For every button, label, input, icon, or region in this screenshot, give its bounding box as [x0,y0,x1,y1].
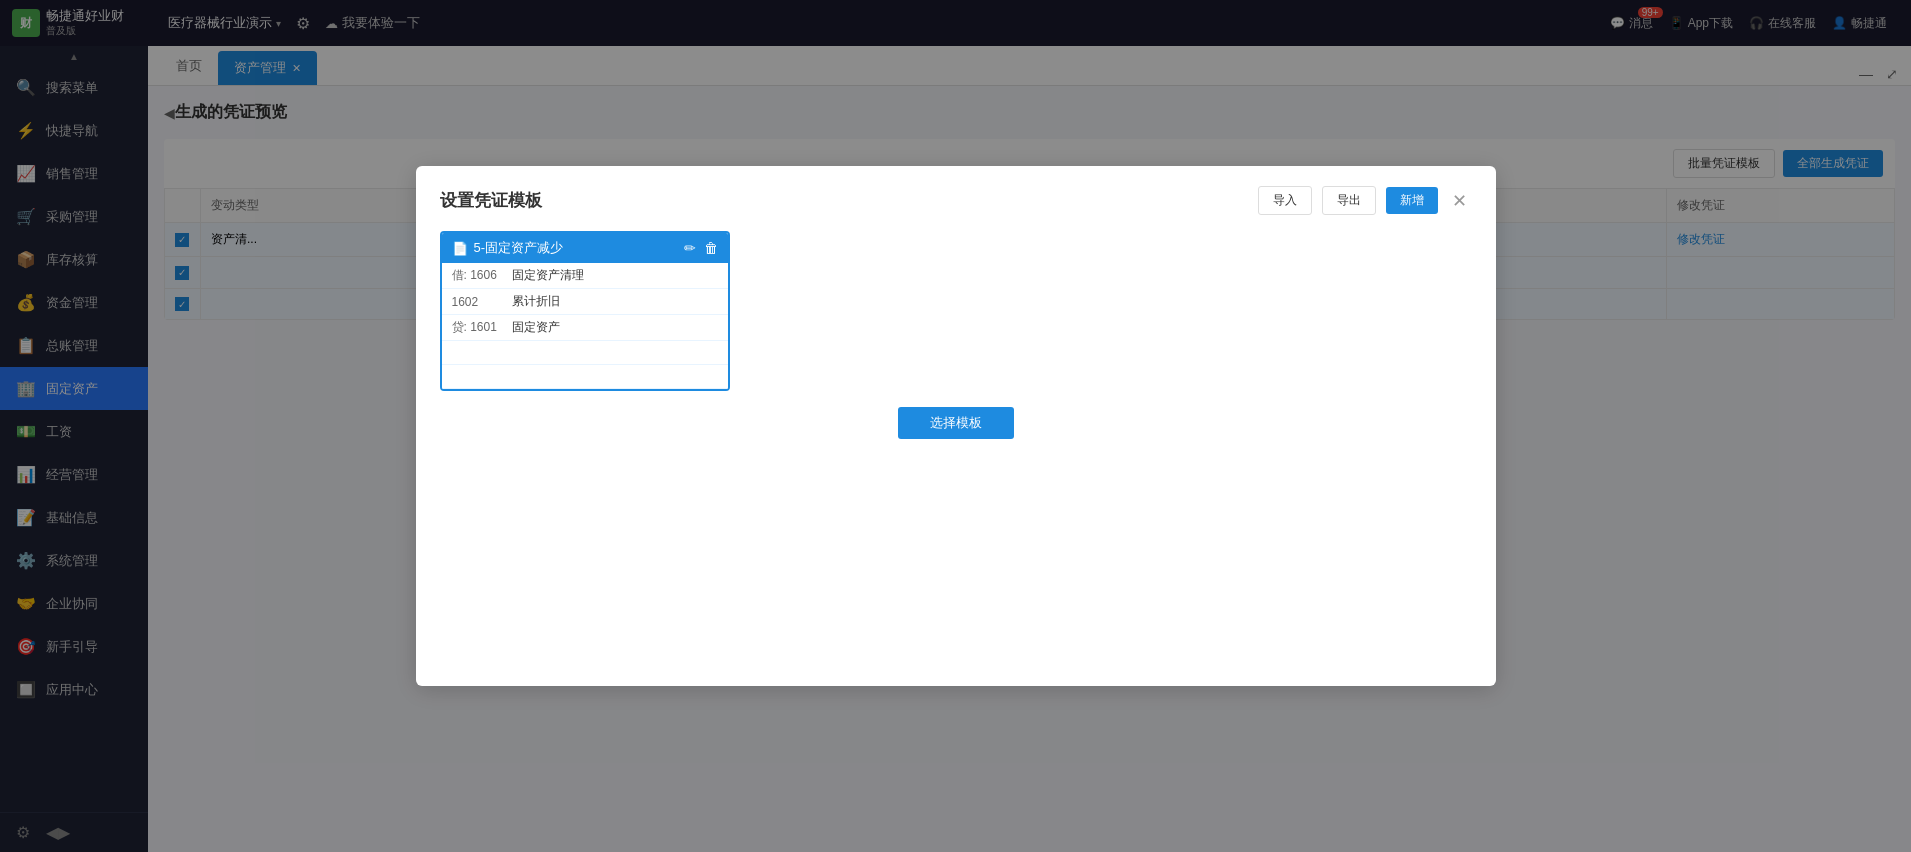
template-entry-row: 贷: 1601固定资产 [442,315,728,341]
template-card-header: 📄 5-固定资产减少 ✏ 🗑 [442,233,728,263]
template-card-header-right: ✏ 🗑 [684,240,718,256]
template-card-header-left: 📄 5-固定资产减少 [452,239,564,257]
edit-template-icon[interactable]: ✏ [684,240,696,256]
template-entries: 借: 1606固定资产清理 1602累计折旧贷: 1601固定资产 [442,263,728,389]
entry-account-0: 固定资产清理 [512,267,718,284]
modal-title: 设置凭证模板 [440,189,542,212]
new-template-button[interactable]: 新增 [1386,187,1438,214]
template-entry-row: 1602累计折旧 [442,289,728,315]
entry-account-1: 累计折旧 [512,293,718,310]
select-template-button[interactable]: 选择模板 [898,407,1014,439]
export-button[interactable]: 导出 [1322,186,1376,215]
modal-header-actions: 导入 导出 新增 ✕ [1258,186,1472,215]
template-entry-empty-row [442,365,728,389]
entry-account-2: 固定资产 [512,319,718,336]
entry-type-2: 贷: 1601 [452,319,512,336]
modal-overlay[interactable]: 设置凭证模板 导入 导出 新增 ✕ 📄 5-固定资产减少 [0,0,1911,852]
import-button[interactable]: 导入 [1258,186,1312,215]
template-entry-empty-row [442,341,728,365]
template-entry-row: 借: 1606固定资产清理 [442,263,728,289]
delete-template-icon[interactable]: 🗑 [704,240,718,256]
template-name: 5-固定资产减少 [474,239,564,257]
entry-type-1: 1602 [452,295,512,309]
template-card: 📄 5-固定资产减少 ✏ 🗑 借: 1606固定资产清理 1602累计折旧贷: … [440,231,730,391]
modal-body: 📄 5-固定资产减少 ✏ 🗑 借: 1606固定资产清理 1602累计折旧贷: … [416,231,1496,686]
modal-dialog: 设置凭证模板 导入 导出 新增 ✕ 📄 5-固定资产减少 [416,166,1496,686]
modal-header: 设置凭证模板 导入 导出 新增 ✕ [416,166,1496,231]
template-doc-icon: 📄 [452,241,468,256]
modal-close-button[interactable]: ✕ [1448,189,1472,213]
entry-type-0: 借: 1606 [452,267,512,284]
